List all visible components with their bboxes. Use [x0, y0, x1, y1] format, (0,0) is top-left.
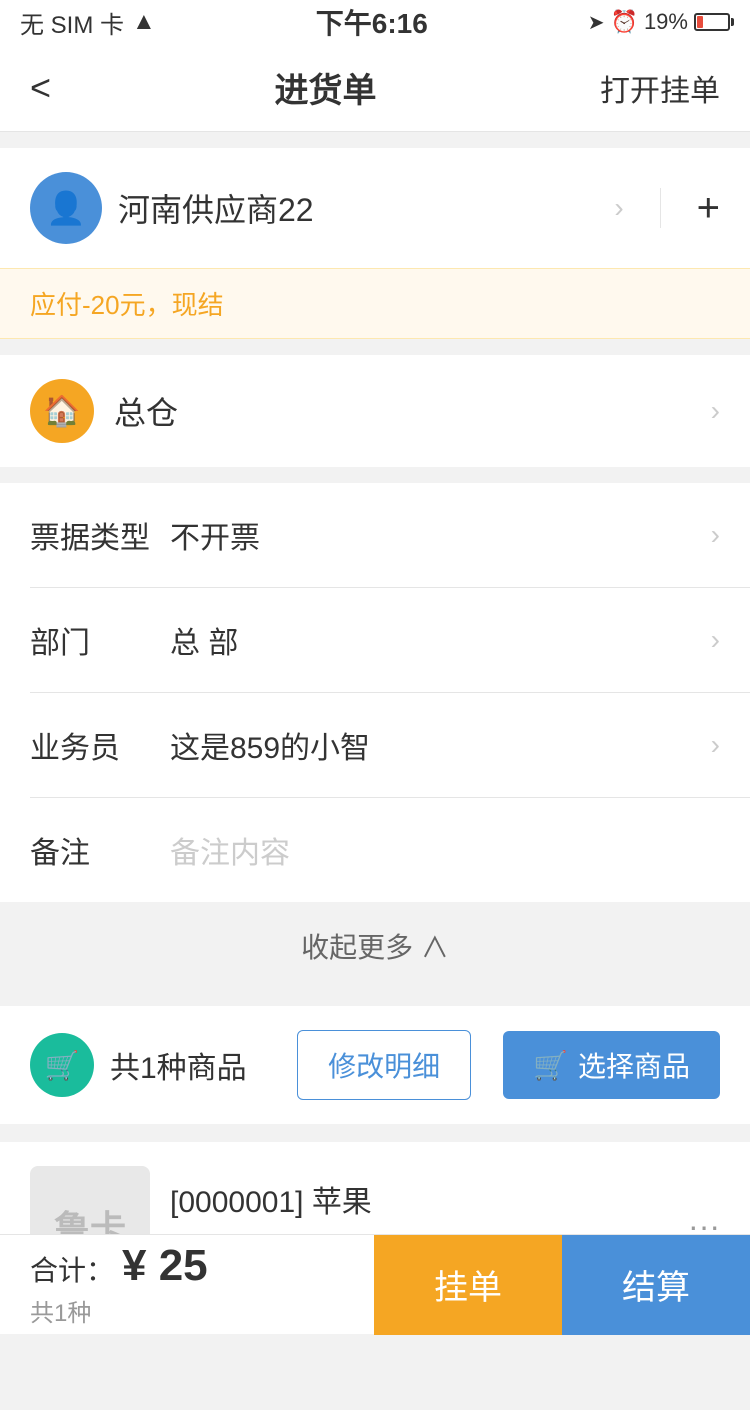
pend-button[interactable]: 挂单 — [374, 1235, 562, 1335]
nav-bar: < 进货单 打开挂单 — [0, 44, 750, 132]
supplier-name: 河南供应商22 — [118, 185, 598, 231]
product-section: 🛒 共1种商品 修改明细 🛒 选择商品 — [0, 1006, 750, 1124]
divider-2 — [0, 339, 750, 355]
vertical-divider — [660, 188, 661, 228]
select-cart-icon: 🛒 — [533, 1049, 568, 1082]
location-icon: ➤ — [588, 10, 605, 35]
dept-chevron-icon: › — [711, 624, 720, 656]
battery-fill — [697, 16, 703, 28]
avatar-icon: 👤 — [46, 189, 86, 227]
total-sub: 共1种 — [30, 1293, 344, 1328]
supplier-chevron-icon: › — [614, 192, 623, 224]
invoice-row[interactable]: 票据类型 不开票 › — [0, 483, 750, 587]
total-section: 合计： ¥ 25 共1种 — [0, 1241, 374, 1328]
status-bar: 无 SIM 卡 ▲ 下午6:16 ➤ ⏰ 19% — [0, 0, 750, 44]
dept-label: 部门 — [30, 618, 170, 662]
warehouse-chevron-icon: › — [711, 395, 720, 427]
checkout-button[interactable]: 结算 — [562, 1235, 750, 1335]
invoice-label: 票据类型 — [30, 513, 170, 557]
product-count: 共1种商品 — [110, 1043, 281, 1087]
page-title: 进货单 — [275, 63, 377, 112]
cart-icon: 🛒 — [45, 1049, 80, 1082]
status-left: 无 SIM 卡 ▲ — [20, 5, 156, 40]
supplier-avatar: 👤 — [30, 172, 102, 244]
add-supplier-button[interactable]: + — [697, 186, 720, 231]
divider-1 — [0, 132, 750, 148]
warehouse-row[interactable]: 🏠 总仓 › — [0, 355, 750, 467]
supplier-row[interactable]: 👤 河南供应商22 › + — [0, 148, 750, 268]
sales-row[interactable]: 业务员 这是859的小智 › — [0, 693, 750, 797]
sales-value: 这是859的小智 — [170, 723, 711, 767]
warehouse-icon: 🏠 — [30, 379, 94, 443]
product-id: [0000001] — [170, 1186, 303, 1219]
select-product-button[interactable]: 🛒 选择商品 — [503, 1031, 720, 1099]
modify-detail-button[interactable]: 修改明细 — [297, 1030, 471, 1100]
product-icon: 🛒 — [30, 1033, 94, 1097]
warehouse-section: 🏠 总仓 › — [0, 355, 750, 467]
status-time: 下午6:16 — [316, 2, 428, 42]
product-header: 🛒 共1种商品 修改明细 🛒 选择商品 — [0, 1006, 750, 1124]
back-button[interactable]: < — [30, 67, 51, 109]
remark-placeholder[interactable]: 备注内容 — [170, 828, 720, 872]
divider-3 — [0, 467, 750, 483]
form-section: 票据类型 不开票 › 部门 总 部 › 业务员 这是859的小智 › 备注 备注… — [0, 483, 750, 902]
remark-row[interactable]: 备注 备注内容 — [0, 798, 750, 902]
battery-percent: 19% — [644, 9, 688, 35]
sales-chevron-icon: › — [711, 729, 720, 761]
bottom-bar: 合计： ¥ 25 共1种 挂单 结算 — [0, 1234, 750, 1334]
invoice-chevron-icon: › — [711, 519, 720, 551]
carrier-label: 无 SIM 卡 — [20, 5, 124, 40]
open-pend-button[interactable]: 打开挂单 — [600, 66, 720, 110]
total-main: 合计： ¥ 25 — [30, 1241, 344, 1291]
remark-label: 备注 — [30, 828, 170, 872]
collapse-button[interactable]: 收起更多 ∧ — [0, 902, 750, 990]
divider-5 — [0, 1124, 750, 1140]
dept-row[interactable]: 部门 总 部 › — [0, 588, 750, 692]
divider-4 — [0, 990, 750, 1006]
house-icon: 🏠 — [43, 394, 80, 429]
select-product-label: 选择商品 — [578, 1045, 690, 1085]
battery-icon — [694, 13, 730, 31]
supplier-section: 👤 河南供应商22 › + 应付-20元，现结 — [0, 148, 750, 339]
total-label: 合计： — [30, 1249, 114, 1289]
sales-label: 业务员 — [30, 723, 170, 767]
total-amount: ¥ 25 — [122, 1241, 208, 1291]
status-right: ➤ ⏰ 19% — [588, 9, 730, 35]
invoice-value: 不开票 — [170, 513, 711, 557]
wifi-icon: ▲ — [132, 8, 156, 36]
product-name: [0000001] 苹果 — [170, 1177, 668, 1221]
notice-bar: 应付-20元，现结 — [0, 268, 750, 339]
alarm-icon: ⏰ — [611, 9, 638, 35]
product-title: 苹果 — [312, 1186, 372, 1219]
warehouse-name: 总仓 — [114, 388, 691, 434]
dept-value: 总 部 — [170, 618, 711, 662]
